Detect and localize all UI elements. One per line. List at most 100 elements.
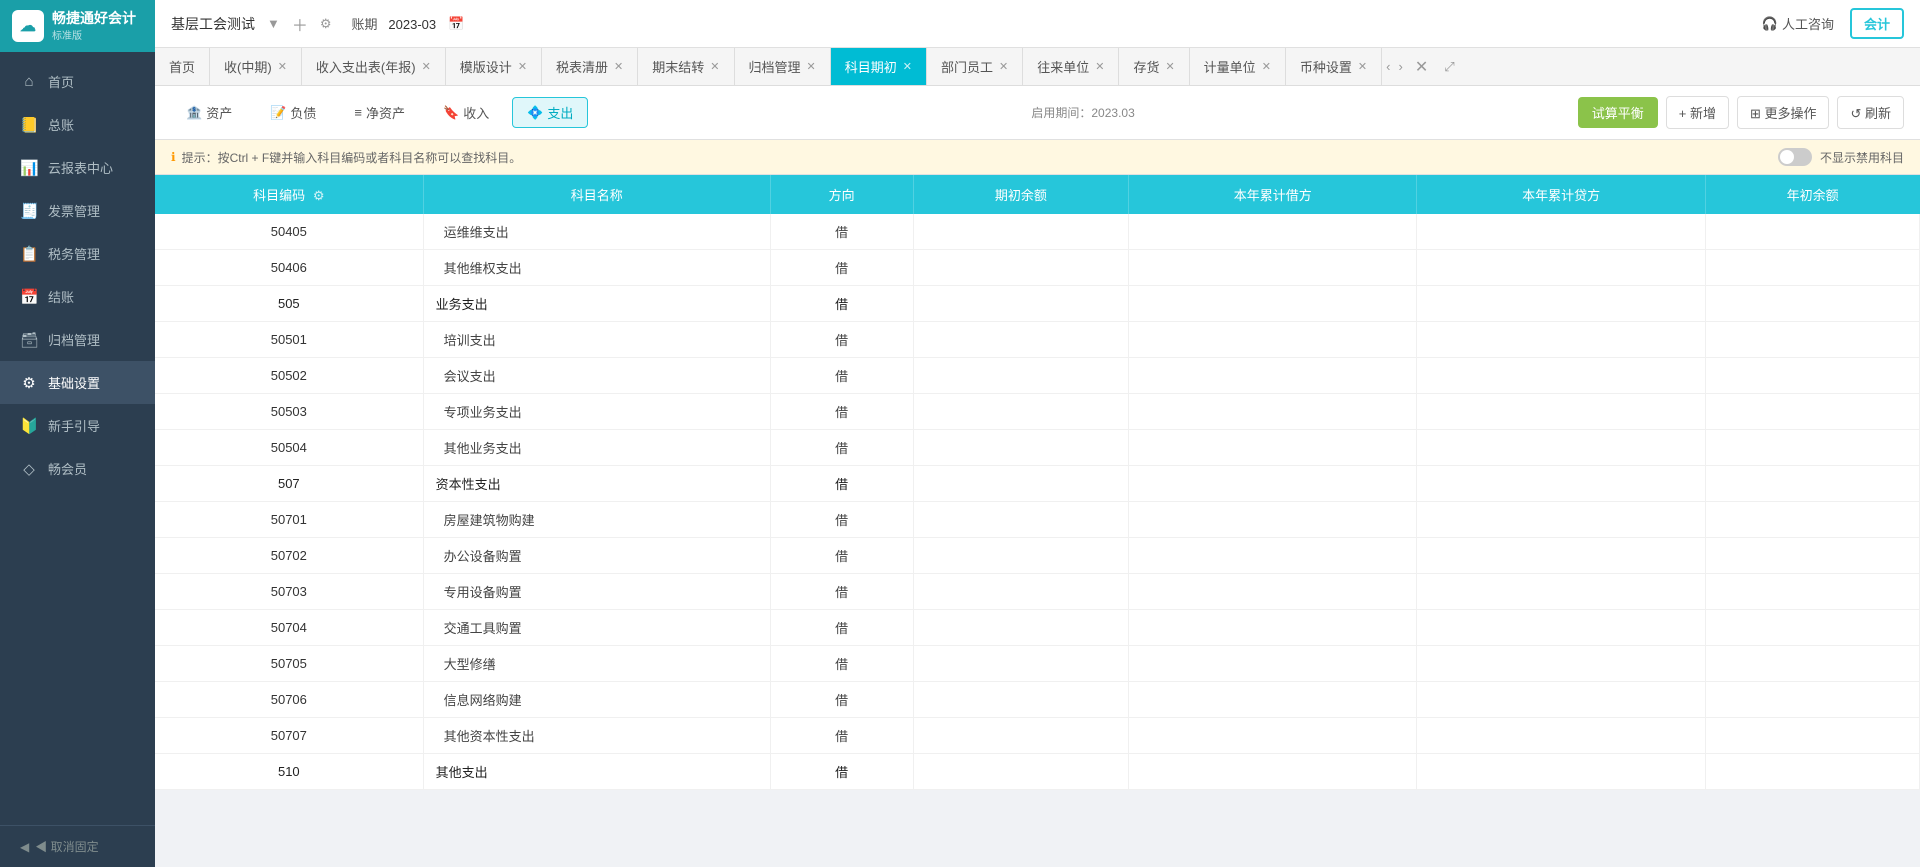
tab-period-close[interactable]: 期末结转 ✕ [638, 48, 734, 86]
more-button[interactable]: ⊞ 更多操作 [1737, 96, 1830, 129]
app-logo-text: 畅捷通好会计 [52, 10, 136, 27]
table-row[interactable]: 50406其他维权支出借 [155, 250, 1920, 286]
account-button[interactable]: 会计 [1850, 8, 1904, 39]
cell-ytd-debit [1129, 646, 1417, 682]
tab-close-archive[interactable]: ✕ [807, 60, 816, 73]
cell-code: 50705 [155, 646, 423, 682]
subtab-equity[interactable]: ≡ 净资产 [339, 97, 420, 128]
calendar-icon[interactable]: 📅 [448, 16, 464, 32]
sidebar-item-invoice[interactable]: 🧾 发票管理 [0, 189, 155, 232]
sidebar-item-settings[interactable]: ⚙ 基础设置 [0, 361, 155, 404]
table-row[interactable]: 505业务支出借 [155, 286, 1920, 322]
cell-ytd-credit [1417, 718, 1705, 754]
tab-close-measure[interactable]: ✕ [1262, 60, 1271, 73]
archive-icon: 🗃 [20, 331, 38, 349]
sidebar-item-reports[interactable]: 📊 云报表中心 [0, 146, 155, 189]
table-row[interactable]: 50706信息网络购建借 [155, 682, 1920, 718]
tab-close-tax-clear[interactable]: ✕ [614, 60, 623, 73]
tabbar-expand[interactable]: ⤢ [1436, 59, 1462, 75]
period-value: 2023-03 [388, 17, 436, 32]
tab-close-income-annual[interactable]: ✕ [422, 60, 431, 73]
equity-icon: ≡ [354, 105, 362, 120]
table-row[interactable]: 50502会议支出借 [155, 358, 1920, 394]
cell-ytd-debit [1129, 214, 1417, 250]
subtab-asset[interactable]: 🏦 资产 [171, 97, 247, 128]
table-row[interactable]: 50702办公设备购置借 [155, 538, 1920, 574]
sidebar-item-home[interactable]: ⌂ 首页 [0, 60, 155, 103]
tab-inventory[interactable]: 存货 ✕ [1119, 48, 1189, 86]
table-row[interactable]: 50503专项业务支出借 [155, 394, 1920, 430]
info-text: 提示：按Ctrl + F键并输入科目编码或者科目名称可以查找科目。 [182, 149, 522, 166]
sidebar-item-label: 税务管理 [48, 244, 100, 263]
tab-archive[interactable]: 归档管理 ✕ [735, 48, 831, 86]
tab-currency[interactable]: 币种设置 ✕ [1286, 48, 1382, 86]
tab-close-period-close[interactable]: ✕ [710, 60, 719, 73]
sidebar-collapse-btn[interactable]: ◀ ◀ 取消固定 [0, 825, 155, 867]
tabbar-nav-prev[interactable]: ‹ [1382, 59, 1394, 74]
cell-year-opening [1705, 682, 1919, 718]
balance-button[interactable]: 试算平衡 [1578, 97, 1658, 128]
subtab-liability[interactable]: 📝 负债 [255, 97, 331, 128]
table-row[interactable]: 50504其他业务支出借 [155, 430, 1920, 466]
disable-subjects-toggle[interactable] [1778, 148, 1812, 166]
cell-opening-balance [913, 358, 1129, 394]
cell-ytd-debit [1129, 502, 1417, 538]
tab-measure[interactable]: 计量单位 ✕ [1190, 48, 1286, 86]
table-row[interactable]: 510其他支出借 [155, 754, 1920, 790]
tab-subject-init[interactable]: 科目期初 ✕ [831, 48, 927, 86]
cell-code: 50702 [155, 538, 423, 574]
cell-name: 专用设备购置 [423, 574, 770, 610]
tab-close-inventory[interactable]: ✕ [1165, 60, 1174, 73]
sidebar-item-tax[interactable]: 📋 税务管理 [0, 232, 155, 275]
tab-partner[interactable]: 往来单位 ✕ [1023, 48, 1119, 86]
table-row[interactable]: 50501培训支出借 [155, 322, 1920, 358]
table-row[interactable]: 50701房屋建筑物购建借 [155, 502, 1920, 538]
table-row[interactable]: 50405运维维支出借 [155, 214, 1920, 250]
tab-close-interim[interactable]: ✕ [278, 60, 287, 73]
tab-tax-clear[interactable]: 税表清册 ✕ [542, 48, 638, 86]
cell-year-opening [1705, 358, 1919, 394]
settings-gear-icon[interactable]: ⚙ [320, 16, 332, 32]
refresh-button[interactable]: ↺ 刷新 [1837, 96, 1904, 129]
tab-close-dept-staff[interactable]: ✕ [999, 60, 1008, 73]
tab-home[interactable]: 首页 [155, 48, 210, 86]
sidebar-item-label: 新手引导 [48, 416, 100, 435]
table-row[interactable]: 50703专用设备购置借 [155, 574, 1920, 610]
cell-opening-balance [913, 754, 1129, 790]
cell-opening-balance [913, 322, 1129, 358]
column-settings-icon[interactable]: ⚙ [313, 188, 325, 203]
sidebar-item-member[interactable]: ◇ 畅会员 [0, 447, 155, 490]
add-company-icon[interactable]: ＋ [292, 12, 308, 36]
sidebar-item-guide[interactable]: 🔰 新手引导 [0, 404, 155, 447]
table-row[interactable]: 507资本性支出借 [155, 466, 1920, 502]
tab-close-template[interactable]: ✕ [518, 60, 527, 73]
cell-ytd-debit [1129, 394, 1417, 430]
company-dropdown-icon[interactable]: ▼ [267, 16, 280, 31]
sidebar-item-archive[interactable]: 🗃 归档管理 [0, 318, 155, 361]
table-row[interactable]: 50704交通工具购置借 [155, 610, 1920, 646]
cell-name: 会议支出 [423, 358, 770, 394]
subtab-income[interactable]: 🔖 收入 [428, 97, 504, 128]
cell-year-opening [1705, 718, 1919, 754]
tab-dept-staff[interactable]: 部门员工 ✕ [927, 48, 1023, 86]
cell-ytd-credit [1417, 574, 1705, 610]
subtab-bar: 🏦 资产 📝 负债 ≡ 净资产 🔖 收入 💠 支出 启用期间：2023.03 [155, 86, 1920, 140]
help-button[interactable]: 🎧 人工咨询 [1762, 14, 1834, 33]
cell-ytd-credit [1417, 286, 1705, 322]
tab-close-subject-init[interactable]: ✕ [903, 60, 912, 73]
tab-close-partner[interactable]: ✕ [1095, 60, 1104, 73]
tab-template[interactable]: 模版设计 ✕ [446, 48, 542, 86]
tabbar-nav-next[interactable]: › [1394, 59, 1406, 74]
table-row[interactable]: 50707其他资本性支出借 [155, 718, 1920, 754]
tab-close-currency[interactable]: ✕ [1358, 60, 1367, 73]
sidebar-item-ledger[interactable]: 📒 总账 [0, 103, 155, 146]
sidebar-item-closing[interactable]: 📅 结账 [0, 275, 155, 318]
tab-income-annual[interactable]: 收入支出表(年报) ✕ [302, 48, 446, 86]
add-button[interactable]: + 新增 [1666, 96, 1729, 129]
cell-name: 其他支出 [423, 754, 770, 790]
tab-interim[interactable]: 收(中期) ✕ [210, 48, 302, 86]
table-row[interactable]: 50705大型修缮借 [155, 646, 1920, 682]
cell-ytd-debit [1129, 682, 1417, 718]
tabbar-close-all[interactable]: ✕ [1407, 57, 1436, 77]
subtab-expense[interactable]: 💠 支出 [512, 97, 588, 128]
